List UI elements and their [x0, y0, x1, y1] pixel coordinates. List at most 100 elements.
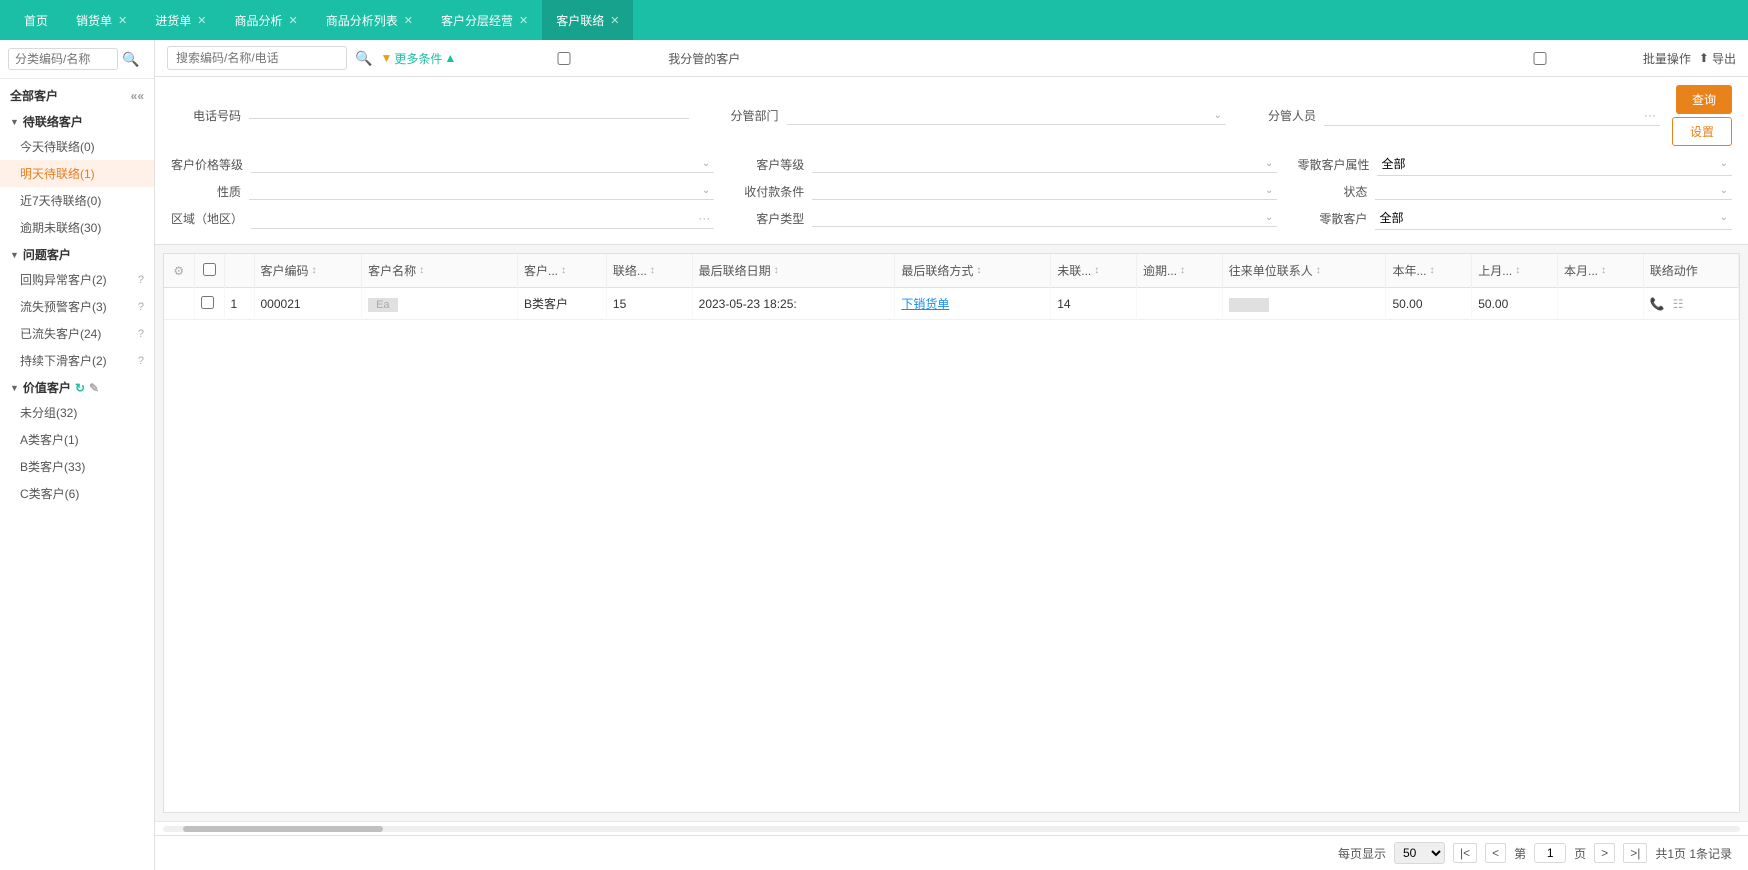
my-customers-checkbox[interactable] — [464, 52, 664, 65]
filter-nature[interactable]: 性质 ⌄ — [171, 182, 714, 200]
col-settings[interactable]: ⚙ — [164, 254, 194, 288]
row-checkbox[interactable] — [201, 296, 214, 309]
close-icon[interactable]: ✕ — [610, 14, 619, 27]
close-icon[interactable]: ✕ — [197, 14, 206, 27]
col-overdue[interactable]: 逾期... ↕ — [1137, 254, 1223, 288]
col-this-month[interactable]: 本月... ↕ — [1558, 254, 1644, 288]
sort-icon[interactable]: ↕ — [1430, 265, 1435, 276]
first-page-button[interactable]: |< — [1453, 843, 1477, 863]
nav-product-analysis-list[interactable]: 商品分析列表 ✕ — [312, 0, 427, 40]
col-last-month[interactable]: 上月... ↕ — [1472, 254, 1558, 288]
sort-icon[interactable]: ↕ — [976, 265, 981, 276]
sort-icon[interactable]: ↕ — [1515, 265, 1520, 276]
page-number-input[interactable] — [1534, 843, 1566, 863]
status-select[interactable]: ⌄ — [1375, 182, 1732, 200]
filter-retail-attr[interactable]: 零散客户属性 全部 ⌄ — [1297, 152, 1732, 176]
sidebar-item-class-b[interactable]: B类客户(33) — [0, 453, 154, 480]
filter-customer-type[interactable]: 客户类型 ⌄ — [734, 209, 1277, 227]
row-last-contact-method-cell[interactable]: 下销货单 — [895, 288, 1051, 320]
sidebar-item-ungrouped[interactable]: 未分组(32) — [0, 399, 154, 426]
col-contact[interactable]: 联络... ↕ — [606, 254, 692, 288]
customer-level-select[interactable]: ⌄ — [812, 155, 1277, 173]
sidebar-group-pending[interactable]: 待联络客户 — [0, 108, 154, 133]
horizontal-scrollbar[interactable] — [155, 821, 1748, 835]
col-last-contact-date[interactable]: 最后联络日期 ↕ — [692, 254, 895, 288]
filter-price-level[interactable]: 客户价格等级 ⌄ — [171, 155, 714, 173]
filter-payment-terms[interactable]: 收付款条件 ⌄ — [734, 182, 1277, 200]
sidebar-item-repurchase-abnormal[interactable]: 回购异常客户(2) ? — [0, 266, 154, 293]
manager-input[interactable]: ··· — [1324, 105, 1660, 126]
sidebar-item-class-c[interactable]: C类客户(6) — [0, 480, 154, 507]
last-page-button[interactable]: >| — [1623, 843, 1647, 863]
batch-checkbox[interactable] — [1440, 52, 1640, 65]
help-icon[interactable]: ? — [138, 301, 144, 313]
filter-status[interactable]: 状态 ⌄ — [1297, 182, 1732, 200]
col-not-contact[interactable]: 未联... ↕ — [1051, 254, 1137, 288]
retail-customer-select[interactable]: 全部 ⌄ — [1375, 206, 1732, 230]
filter-retail-customer[interactable]: 零散客户 全部 ⌄ — [1297, 206, 1732, 230]
my-customers-filter[interactable]: 我分管的客户 — [464, 50, 740, 67]
sort-icon[interactable]: ↕ — [1601, 265, 1606, 276]
region-input[interactable]: ··· — [251, 208, 714, 229]
help-icon[interactable]: ? — [138, 328, 144, 340]
nav-customer-contact[interactable]: 客户联络 ✕ — [542, 0, 633, 40]
row-checkbox-cell[interactable] — [194, 288, 224, 320]
more-conditions-button[interactable]: ▼ 更多条件 ▲ — [380, 50, 456, 67]
search-button[interactable]: 🔍 — [355, 50, 372, 67]
sidebar-item-tomorrow-contact[interactable]: 明天待联络(1) — [0, 160, 154, 187]
query-button[interactable]: 查询 — [1676, 85, 1732, 114]
nav-purchase-order[interactable]: 进货单 ✕ — [141, 0, 220, 40]
last-contact-method-link[interactable]: 下销货单 — [901, 297, 949, 311]
gear-icon[interactable]: ⚙ — [173, 264, 184, 278]
sidebar-search-icon[interactable]: 🔍 — [122, 51, 139, 68]
close-icon[interactable]: ✕ — [519, 14, 528, 27]
close-icon[interactable]: ✕ — [118, 14, 127, 27]
prev-page-button[interactable]: < — [1485, 843, 1506, 863]
sidebar-search-input[interactable] — [8, 48, 118, 70]
filter-region[interactable]: 区域（地区） ··· — [171, 208, 714, 229]
sidebar-group-problem[interactable]: 问题客户 — [0, 241, 154, 266]
refresh-icon[interactable]: ↻ — [75, 381, 85, 395]
sidebar-item-class-a[interactable]: A类客户(1) — [0, 426, 154, 453]
sidebar-item-churned[interactable]: 已流失客户(24) ? — [0, 320, 154, 347]
dept-select[interactable]: ⌄ — [787, 107, 1227, 125]
sidebar-item-7day-contact[interactable]: 近7天待联络(0) — [0, 187, 154, 214]
price-level-select[interactable]: ⌄ — [251, 155, 714, 173]
select-all-checkbox[interactable] — [203, 263, 216, 276]
batch-operation-button[interactable]: 批量操作 — [1440, 50, 1691, 67]
sort-icon[interactable]: ↕ — [419, 265, 424, 276]
nav-home[interactable]: 首页 — [10, 0, 62, 40]
sidebar-all-customers[interactable]: 全部客户 «« — [0, 79, 154, 108]
sidebar-item-declining[interactable]: 持续下滑客户(2) ? — [0, 347, 154, 374]
filter-dept[interactable]: 分管部门 ⌄ — [709, 107, 1227, 125]
retail-attr-select[interactable]: 全部 ⌄ — [1377, 152, 1732, 176]
col-code[interactable]: 客户编码 ↕ — [254, 254, 362, 288]
sort-icon[interactable]: ↕ — [1094, 265, 1099, 276]
nav-sales-order[interactable]: 销货单 ✕ — [62, 0, 141, 40]
sort-icon[interactable]: ↕ — [774, 265, 779, 276]
search-input[interactable] — [167, 46, 347, 70]
sidebar-group-value[interactable]: 价值客户 ↻ ✎ — [0, 374, 154, 399]
next-page-button[interactable]: > — [1594, 843, 1615, 863]
col-this-year[interactable]: 本年... ↕ — [1386, 254, 1472, 288]
grid-action-icon[interactable]: ☷ — [1673, 297, 1684, 311]
settings-button[interactable]: 设置 — [1672, 117, 1732, 146]
sort-icon[interactable]: ↕ — [312, 265, 317, 276]
sidebar-item-overdue-contact[interactable]: 逾期未联络(30) — [0, 214, 154, 241]
customer-type-select[interactable]: ⌄ — [812, 209, 1277, 227]
sort-icon[interactable]: ↕ — [1180, 265, 1185, 276]
sidebar-item-churn-warning[interactable]: 流失预警客户(3) ? — [0, 293, 154, 320]
nature-select[interactable]: ⌄ — [249, 182, 714, 200]
scroll-track[interactable] — [163, 826, 1740, 832]
sort-icon[interactable]: ↕ — [561, 265, 566, 276]
sort-icon[interactable]: ↕ — [650, 265, 655, 276]
close-icon[interactable]: ✕ — [289, 14, 298, 27]
edit-icon[interactable]: ✎ — [89, 381, 99, 395]
col-name[interactable]: 客户名称 ↕ — [362, 254, 518, 288]
col-checkbox[interactable] — [194, 254, 224, 288]
nav-product-analysis[interactable]: 商品分析 ✕ — [220, 0, 311, 40]
help-icon[interactable]: ? — [138, 274, 144, 286]
sort-icon[interactable]: ↕ — [1316, 265, 1321, 276]
scroll-thumb[interactable] — [183, 826, 383, 832]
per-page-select[interactable]: 50 100 — [1394, 842, 1445, 864]
